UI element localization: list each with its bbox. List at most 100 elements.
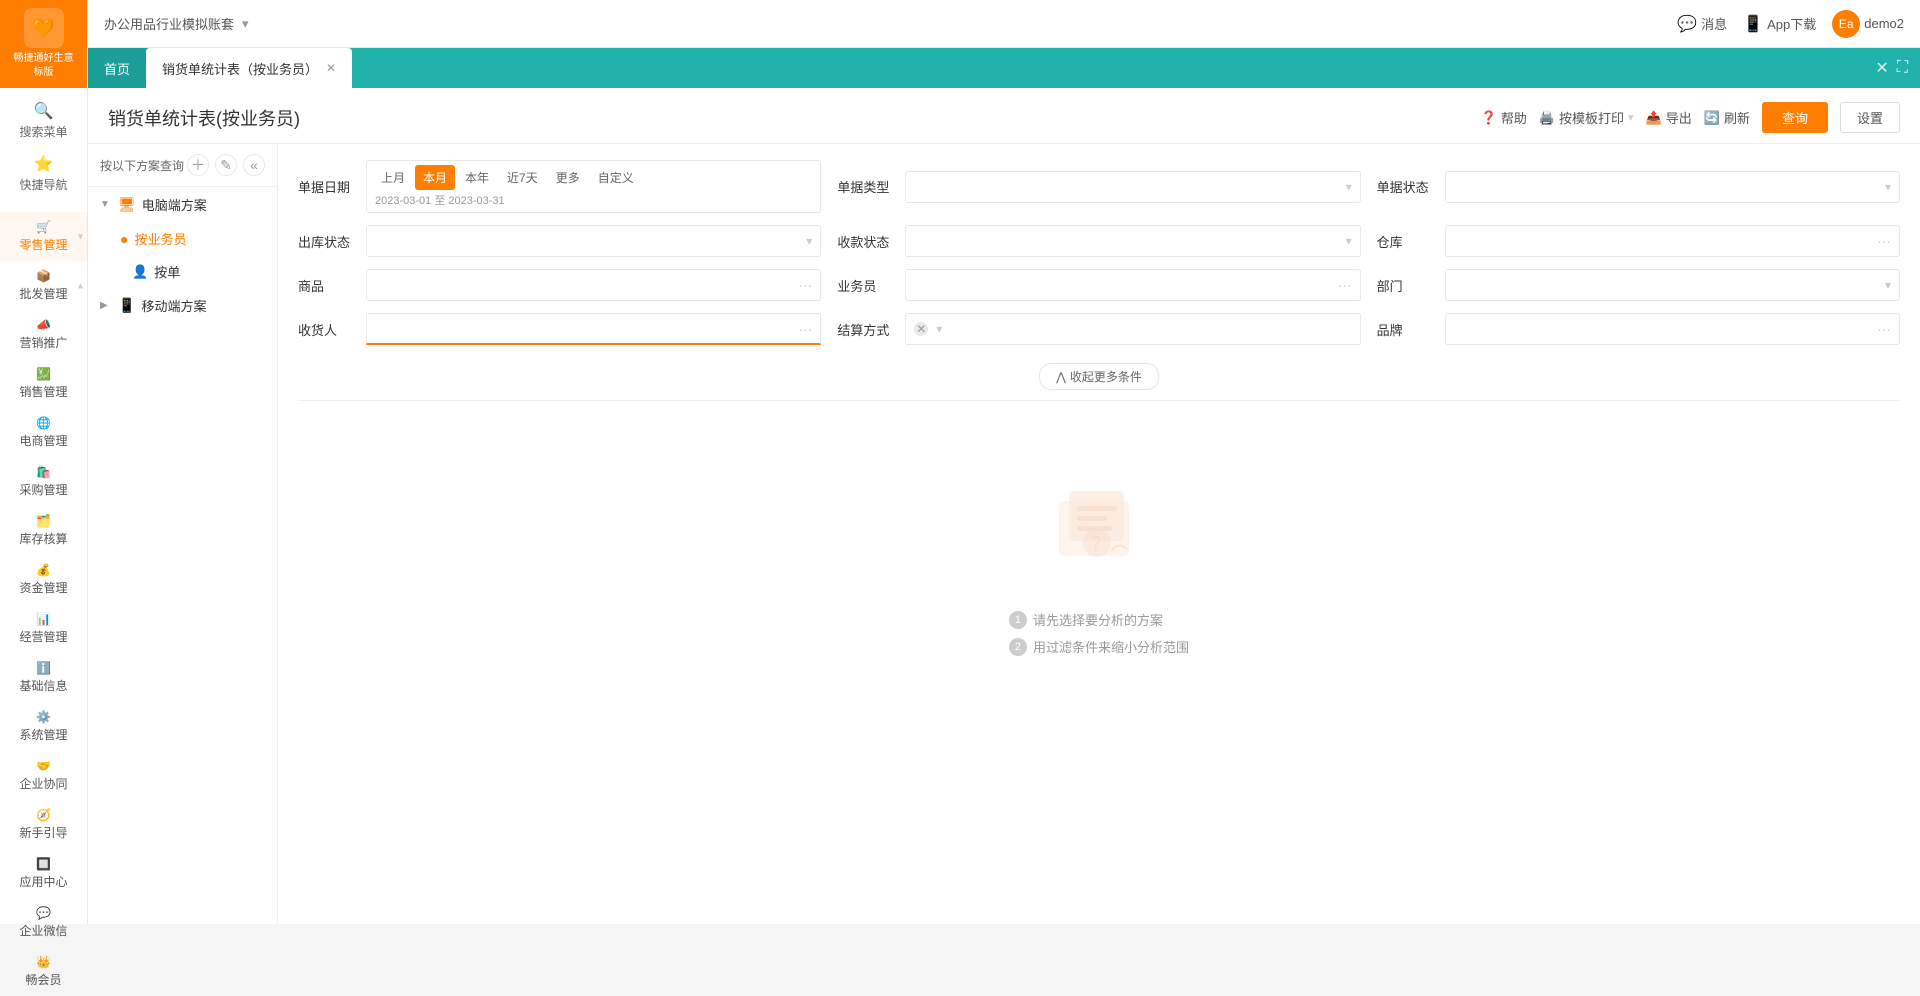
tab-sales-stat[interactable]: 销货单统计表（按业务员） ✕ [146,48,352,88]
tip-num-2: 2 [1009,638,1027,656]
doc-status-label: 单据状态 [1377,177,1437,196]
tabbar: 首页 销货单统计表（按业务员） ✕ ✕ ⛶ [88,48,1920,88]
sidebar-item-purchase[interactable]: 🛍️ 采购管理 [0,457,87,506]
active-item-icon: ● [120,231,128,247]
sidebar-item-collab-label: 企业协同 [19,775,67,792]
sidebar-item-member[interactable]: 👑 畅会员 [0,947,87,996]
tree-child-salesperson[interactable]: ● 按业务员 [108,222,277,255]
tip-2-text: 用过滤条件来缩小分析范围 [1033,637,1189,656]
sidebar-item-system[interactable]: ⚙️ 系统管理 [0,702,87,751]
sidebar-item-basic[interactable]: ℹ️ 基础信息 [0,653,87,702]
app-download-button[interactable]: 📱 App下载 [1743,14,1816,34]
sidebar-item-sales-label: 销售管理 [19,383,67,400]
search-icon: 🔍 [34,101,54,121]
brand-more-icon: ··· [1877,321,1891,337]
help-button[interactable]: ❓ 帮助 [1481,108,1527,127]
sidebar-item-collab[interactable]: 🤝 企业协同 [0,751,87,800]
desktop-group-label: 电脑端方案 [142,195,207,214]
sidebar-item-retail[interactable]: 🛒 零售管理 ▾ [0,212,87,261]
mobile-group-label: 移动端方案 [141,296,206,315]
user-profile[interactable]: Ea demo2 [1832,10,1904,38]
tabbar-expand[interactable]: ✕ ⛶ [1863,58,1920,78]
tree-desktop-group[interactable]: ▼ 🖥 电脑端方案 [88,187,277,222]
order-icon: 👤 [132,264,148,280]
print-dropdown-icon: ▾ [1628,111,1634,124]
salesperson-control[interactable]: ··· [905,269,1360,301]
add-scheme-button[interactable]: ＋ [187,154,209,176]
empty-tips: 1 请先选择要分析的方案 2 用过滤条件来缩小分析范围 [1009,610,1189,656]
settings-button[interactable]: 设置 [1840,102,1900,133]
query-button[interactable]: 查询 [1762,102,1828,133]
sidebar-item-operation[interactable]: 📊 经营管理 [0,604,87,653]
edit-scheme-button[interactable]: ✎ [215,154,237,176]
date-tab-more[interactable]: 更多 [548,165,588,190]
warehouse-control[interactable]: ··· [1445,225,1900,257]
sidebar-item-guide[interactable]: 🧭 新手引导 [0,800,87,849]
sidebar-logo[interactable]: 🧡 畅捷通好生意 标版 [0,0,87,88]
avatar-initials: Ea [1839,17,1854,31]
sidebar-item-appstore[interactable]: 🔲 应用中心 [0,849,87,898]
date-tab-lastmonth[interactable]: 上月 [373,165,413,190]
goods-control[interactable]: ··· [366,269,821,301]
search-menu-label: 搜索菜单 [19,123,67,140]
sidebar-item-ecom[interactable]: 🌐 电商管理 [0,408,87,457]
collapse-panel-button[interactable]: « [243,154,265,176]
topbar-right: 💬 消息 📱 App下载 Ea demo2 [1677,10,1904,38]
tree-child-by-order[interactable]: 👤 按单 [108,255,277,288]
dept-control[interactable]: ▾ [1445,269,1900,301]
main-layout: 按以下方案查询 ＋ ✎ « ▼ 🖥 电脑端方案 [88,144,1920,924]
sidebar-item-basic-label: 基础信息 [19,677,67,694]
filter-doc-status: 单据状态 ▾ [1377,171,1900,203]
message-button[interactable]: 💬 消息 [1677,14,1727,34]
tree-node-desktop: ▼ 🖥 电脑端方案 ● 按业务员 👤 按单 [88,187,277,288]
consignee-label: 收货人 [298,320,358,339]
date-tab-custom[interactable]: 自定义 [590,165,642,190]
goods-label: 商品 [298,276,358,295]
inventory-icon: 🗂️ [36,514,51,528]
logo-text: 畅捷通好生意 标版 [14,52,74,80]
sidebar-item-purchase-label: 采购管理 [19,481,67,498]
quick-nav-button[interactable]: ⭐ 快捷导航 [6,149,81,198]
refresh-button[interactable]: 🔄 刷新 [1704,108,1750,127]
export-button[interactable]: 📤 导出 [1646,108,1692,127]
quick-nav-section: ⭐ 快捷导航 [0,147,87,204]
out-status-control[interactable]: ▾ [366,225,821,257]
date-tab-thisyear[interactable]: 本年 [457,165,497,190]
topbar-dropdown-icon[interactable]: ▾ [242,16,249,32]
member-icon: 👑 [36,955,51,969]
search-menu-section: 🔍 搜索菜单 [0,88,87,147]
sidebar-item-system-label: 系统管理 [19,726,67,743]
date-tab-last7[interactable]: 近7天 [499,165,546,190]
filter-warehouse: 仓库 ··· [1377,225,1900,257]
empty-tip-1: 1 请先选择要分析的方案 [1009,610,1189,629]
warehouse-more-icon: ··· [1877,233,1891,249]
doc-status-control[interactable]: ▾ [1445,171,1900,203]
sidebar-item-member-label: 畅会员 [25,971,61,988]
date-filter-wrapper[interactable]: 上月 本月 本年 近7天 更多 自定义 2023-03-01 至 2023-03… [366,160,821,213]
search-menu-button[interactable]: 🔍 搜索菜单 [6,96,81,145]
tab-close-button[interactable]: ✕ [326,62,336,74]
payment-control[interactable]: ✕ ▾ [905,313,1360,345]
user-name: demo2 [1864,16,1904,31]
sidebar-item-finance[interactable]: 💰 资金管理 [0,555,87,604]
date-tab-thismonth[interactable]: 本月 [415,165,455,190]
template-print-button[interactable]: 🖨️ 按模板打印 ▾ [1539,108,1634,127]
sidebar-item-wholesale[interactable]: 📦 批发管理 ▴ [0,261,87,310]
page: 销货单统计表(按业务员) ❓ 帮助 🖨️ 按模板打印 ▾ 📤 导出 [88,88,1920,924]
sidebar-item-inventory[interactable]: 🗂️ 库存核算 [0,506,87,555]
receipt-status-control[interactable]: ▾ [905,225,1360,257]
sidebar-item-marketing[interactable]: 📣 营销推广 [0,310,87,359]
doc-type-control[interactable]: ▾ [905,171,1360,203]
consignee-control[interactable]: ··· [366,313,821,345]
brand-control[interactable]: ··· [1445,313,1900,345]
sidebar-item-sales[interactable]: 💹 销售管理 [0,359,87,408]
salesperson-label: 业务员 [837,276,897,295]
collapse-button[interactable]: ⋀ 收起更多条件 [1039,363,1159,390]
sidebar-item-wechat[interactable]: 💬 企业微信 [0,898,87,947]
filter-row-1: 单据日期 上月 本月 本年 近7天 更多 自定义 20 [298,160,1900,213]
tab-home[interactable]: 首页 [88,48,146,88]
app-download-label: App下载 [1767,14,1816,33]
payment-clear-icon[interactable]: ✕ [914,322,928,336]
goods-more-icon: ··· [798,277,812,293]
tree-mobile-group[interactable]: ▶ 📱 移动端方案 [88,288,277,323]
